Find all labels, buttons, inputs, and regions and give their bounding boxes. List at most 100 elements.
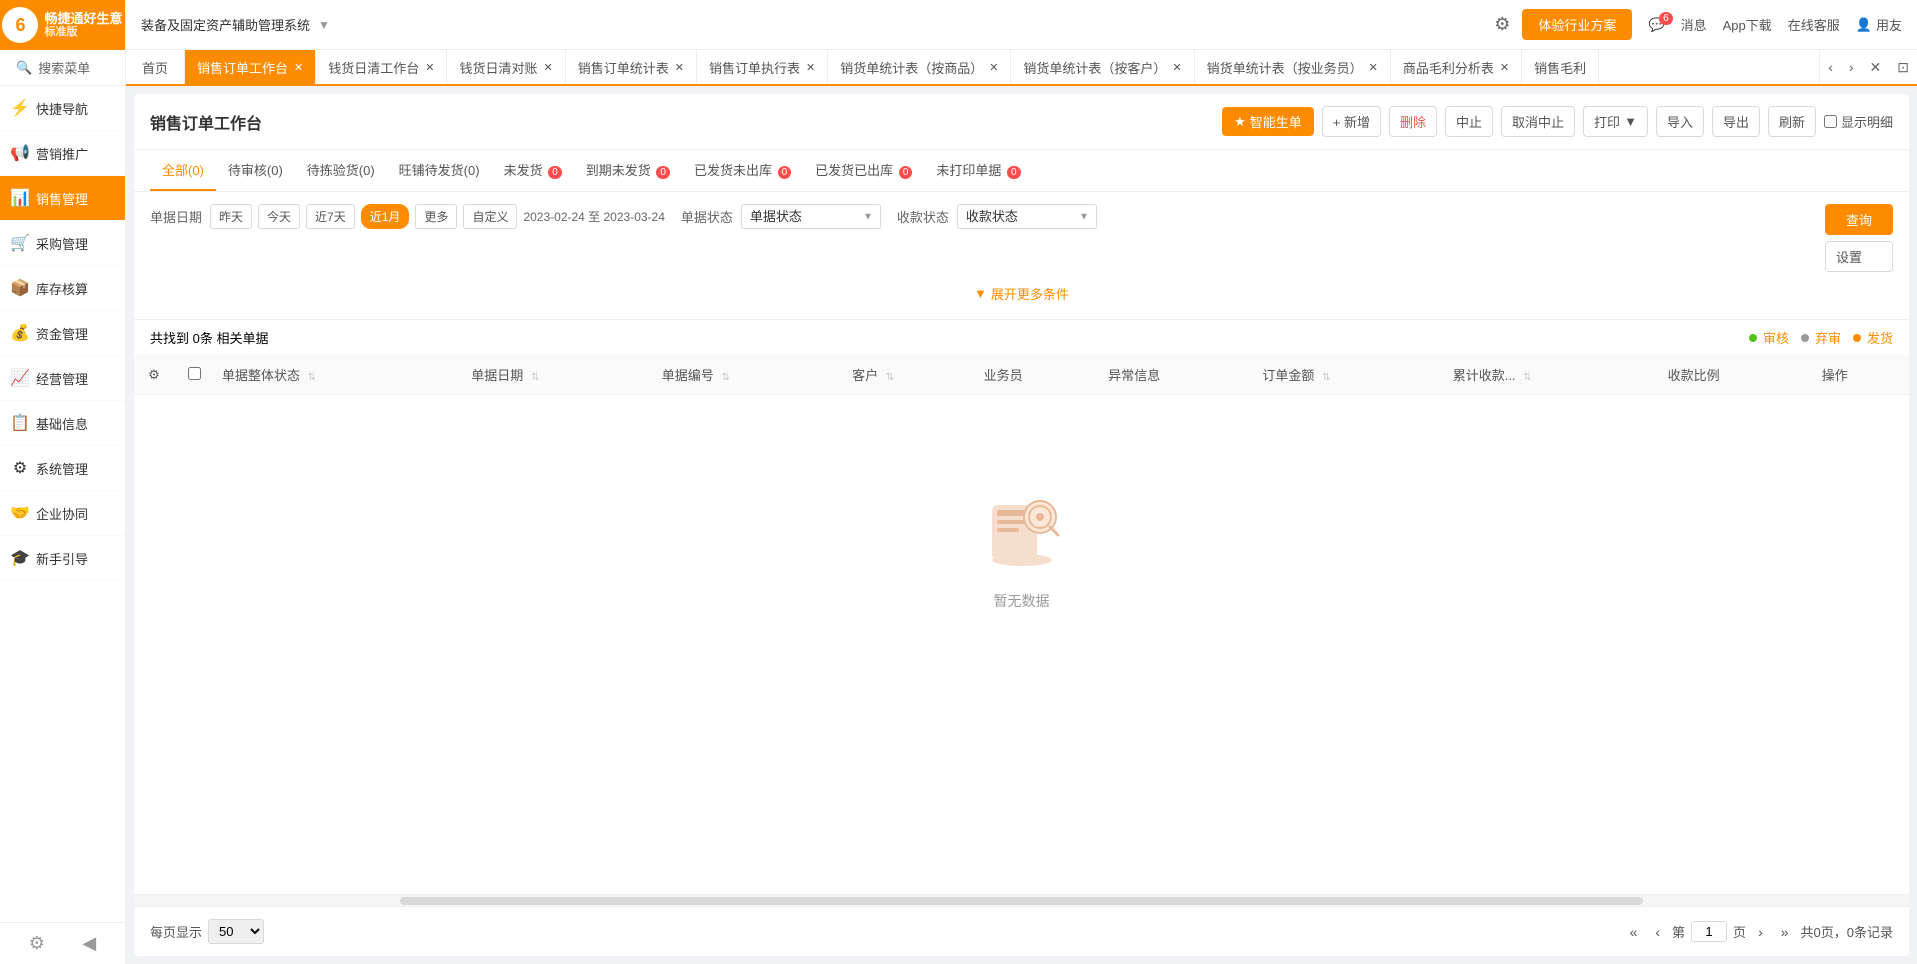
tab-sales-gross[interactable]: 销售毛利 [1522, 50, 1599, 85]
sidebar-item-inventory[interactable]: 📦 库存核算 [0, 266, 125, 311]
tab-gross-margin[interactable]: 商品毛利分析表 ✕ [1391, 50, 1522, 85]
tab-sales-stats[interactable]: 销售订单统计表 ✕ [566, 50, 697, 85]
sidebar-item-search[interactable]: 🔍 搜索菜单 [0, 50, 125, 86]
app-download-link[interactable]: App下载 [1723, 15, 1772, 34]
show-detail-input[interactable] [1824, 115, 1837, 128]
tab-sales-by-product[interactable]: 销货单统计表（按商品） ✕ [828, 50, 1011, 85]
select-all-checkbox[interactable] [188, 367, 201, 380]
subtab-shipped-not-out[interactable]: 已发货未出库 0 [682, 150, 803, 191]
page-size-select[interactable]: 50 10 20 100 [208, 919, 264, 944]
tab-home[interactable]: 首页 [126, 50, 185, 85]
page-prev-btn[interactable]: ‹ [1649, 922, 1666, 942]
sort-collected[interactable]: ⇅ [1523, 372, 1531, 383]
sidebar-settings-icon[interactable]: ⚙ [29, 933, 45, 954]
sort-customer[interactable]: ⇅ [886, 372, 894, 383]
tab-close-sales-customer[interactable]: ✕ [1172, 61, 1181, 74]
date-more[interactable]: 更多 [415, 204, 457, 229]
message-icon[interactable]: 💬 6 [1648, 17, 1664, 33]
tab-sales-workbench[interactable]: 销售订单工作台 ✕ [185, 50, 316, 85]
tab-expand[interactable]: ⊡ [1889, 50, 1917, 85]
subtab-pending-inspect[interactable]: 待拣验货(0) [295, 150, 387, 191]
tab-cash-daily[interactable]: 钱货日清工作台 ✕ [316, 50, 447, 85]
tab-cash-reconcile[interactable]: 钱货日清对账 ✕ [447, 50, 565, 85]
sidebar-item-sales[interactable]: 📊 销售管理 [0, 176, 125, 221]
tab-close-sales[interactable]: ✕ [294, 61, 303, 74]
tab-sales-by-staff[interactable]: 销货单统计表（按业务员） ✕ [1195, 50, 1391, 85]
filter-settings-btn[interactable]: 设置 [1825, 241, 1893, 272]
date-buttons: 昨天 今天 近7天 近1月 更多 自定义 2023-02-24 至 2023-0… [210, 204, 665, 229]
sort-status[interactable]: ⇅ [308, 372, 316, 383]
cancel-review-action[interactable]: 弃审 [1801, 328, 1841, 347]
page-last-btn[interactable]: » [1775, 922, 1795, 942]
sidebar-item-system[interactable]: ⚙ 系统管理 [0, 446, 125, 491]
system-title-arrow[interactable]: ▼ [318, 18, 330, 32]
smart-generate-btn[interactable]: ★ 智能生单 [1222, 107, 1314, 136]
delete-btn[interactable]: 删除 [1389, 106, 1437, 137]
col-checkbox [174, 355, 214, 395]
export-btn[interactable]: 导出 [1712, 106, 1760, 137]
subtab-unshipped[interactable]: 未发货 0 [492, 150, 574, 191]
refresh-btn[interactable]: 刷新 [1768, 106, 1816, 137]
sidebar-item-enterprise[interactable]: 🤝 企业协同 [0, 491, 125, 536]
review-action[interactable]: 审核 [1749, 328, 1789, 347]
tab-sales-by-customer[interactable]: 销货单统计表（按客户） ✕ [1011, 50, 1194, 85]
sort-number[interactable]: ⇅ [721, 372, 729, 383]
tab-close-cash-reconcile[interactable]: ✕ [544, 61, 553, 74]
tab-nav-prev[interactable]: ‹ [1820, 50, 1841, 85]
tab-close-sales-stats[interactable]: ✕ [675, 61, 684, 74]
expand-filter-arrow: ▼ [974, 286, 987, 301]
print-arrow[interactable]: ▼ [1624, 114, 1637, 129]
subtab-overdue-unshipped[interactable]: 到期未发货 0 [574, 150, 682, 191]
sidebar-item-purchase[interactable]: 🛒 采购管理 [0, 221, 125, 266]
horizontal-scrollbar[interactable] [134, 894, 1909, 906]
subtab-wangpu[interactable]: 旺铺待发货(0) [387, 150, 492, 191]
tab-sales-exec[interactable]: 销售订单执行表 ✕ [697, 50, 828, 85]
status-select[interactable]: 单据状态 [741, 204, 881, 229]
tab-close-gross-margin[interactable]: ✕ [1500, 61, 1509, 74]
add-btn[interactable]: + 新增 [1322, 106, 1381, 137]
date-1month[interactable]: 近1月 [361, 204, 410, 229]
ship-action[interactable]: 发货 [1853, 328, 1893, 347]
subtab-unprinted[interactable]: 未打印单据 0 [924, 150, 1032, 191]
date-yesterday[interactable]: 昨天 [210, 204, 252, 229]
tab-close-sales-product[interactable]: ✕ [989, 61, 998, 74]
sort-amount[interactable]: ⇅ [1322, 372, 1330, 383]
expand-filter-btn[interactable]: ▼ 展开更多条件 [966, 280, 1077, 307]
print-btn[interactable]: 打印 ▼ [1583, 106, 1648, 137]
settings-col-icon[interactable]: ⚙ [148, 367, 160, 382]
user-menu[interactable]: 👤 用友 [1856, 15, 1902, 34]
page-next-btn[interactable]: › [1752, 922, 1769, 942]
page-num-input[interactable] [1691, 921, 1727, 942]
sidebar-item-guide[interactable]: 🎓 新手引导 [0, 536, 125, 581]
scrollbar-thumb[interactable] [400, 897, 1643, 905]
tab-nav-next[interactable]: › [1841, 50, 1862, 85]
topbar-settings-icon[interactable]: ⚙ [1494, 14, 1510, 35]
cancel-suspend-btn[interactable]: 取消中止 [1501, 106, 1575, 137]
tab-close-cash-daily[interactable]: ✕ [425, 61, 434, 74]
date-today[interactable]: 今天 [258, 204, 300, 229]
sort-date[interactable]: ⇅ [531, 372, 539, 383]
query-btn[interactable]: 查询 [1825, 204, 1893, 235]
payment-select[interactable]: 收款状态 [957, 204, 1097, 229]
sidebar-item-base-info[interactable]: 📋 基础信息 [0, 401, 125, 446]
subtab-all[interactable]: 全部(0) [150, 150, 216, 191]
results-actions: 审核 弃审 发货 [1749, 328, 1893, 347]
date-7days[interactable]: 近7天 [306, 204, 355, 229]
date-custom[interactable]: 自定义 [463, 204, 517, 229]
trial-btn[interactable]: 体验行业方案 [1522, 9, 1632, 40]
sidebar-item-finance[interactable]: 💰 资金管理 [0, 311, 125, 356]
sidebar-item-operations[interactable]: 📈 经营管理 [0, 356, 125, 401]
tab-close-sales-exec[interactable]: ✕ [806, 61, 815, 74]
tab-close-all[interactable]: ✕ [1862, 50, 1890, 85]
suspend-btn[interactable]: 中止 [1445, 106, 1493, 137]
online-service-link[interactable]: 在线客服 [1788, 15, 1840, 34]
subtab-shipped-out[interactable]: 已发货已出库 0 [803, 150, 924, 191]
sidebar-collapse-icon[interactable]: ◀ [82, 933, 96, 954]
sidebar-item-marketing[interactable]: 📢 营销推广 [0, 131, 125, 176]
tab-close-sales-staff[interactable]: ✕ [1369, 61, 1378, 74]
subtab-pending-review[interactable]: 待审核(0) [216, 150, 295, 191]
sidebar-item-quick-nav[interactable]: ⚡ 快捷导航 [0, 86, 125, 131]
import-btn[interactable]: 导入 [1656, 106, 1704, 137]
page-first-btn[interactable]: « [1624, 922, 1644, 942]
show-detail-checkbox[interactable]: 显示明细 [1824, 112, 1893, 131]
